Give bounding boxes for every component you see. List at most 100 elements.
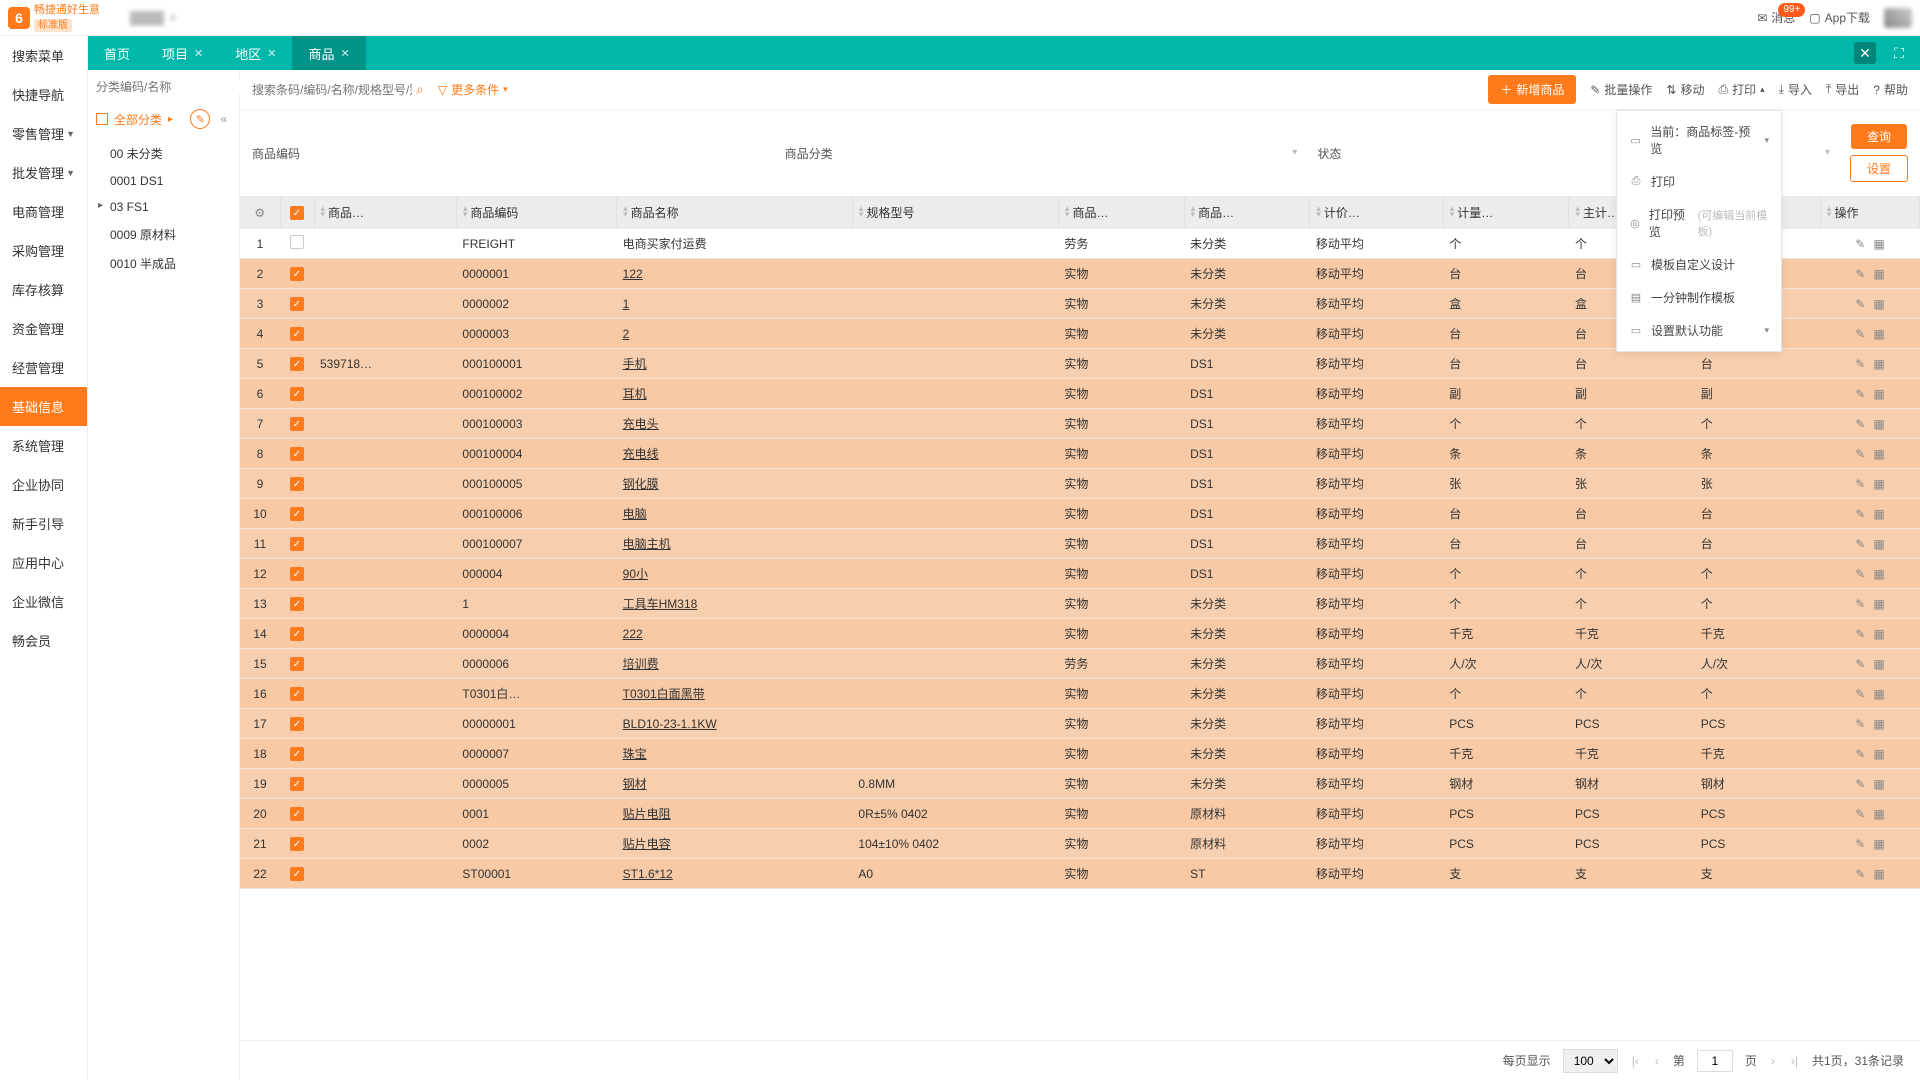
row-checkbox[interactable]: ✓: [290, 267, 304, 281]
more-icon[interactable]: ▦: [1873, 237, 1884, 251]
messages-link[interactable]: ✉ 消息 99+: [1757, 9, 1795, 26]
row-checkbox[interactable]: ✓: [290, 357, 304, 371]
sidebar-item[interactable]: 畅会员: [0, 621, 87, 660]
sidebar-item[interactable]: 应用中心: [0, 543, 87, 582]
column-header[interactable]: ▴▾计量…: [1443, 196, 1569, 229]
sidebar-item[interactable]: 资金管理: [0, 309, 87, 348]
more-icon[interactable]: ▦: [1873, 267, 1884, 281]
tab[interactable]: 项目✕: [146, 36, 219, 70]
row-checkbox[interactable]: ✓: [290, 477, 304, 491]
sidebar-item[interactable]: 电商管理: [0, 192, 87, 231]
more-icon[interactable]: ▦: [1873, 837, 1884, 851]
table-row[interactable]: 22✓ST00001ST1.6*12A0实物ST移动平均支支支✎▦: [240, 859, 1920, 889]
edit-icon[interactable]: ✎: [1855, 777, 1865, 791]
edit-icon[interactable]: ✎: [1855, 537, 1865, 551]
tree-item[interactable]: 00 未分类: [88, 139, 239, 168]
edit-icon[interactable]: ✎: [1855, 507, 1865, 521]
table-row[interactable]: 12✓00000490小实物DS1移动平均个个个✎▦: [240, 559, 1920, 589]
row-checkbox[interactable]: ✓: [290, 717, 304, 731]
more-icon[interactable]: ▦: [1873, 357, 1884, 371]
table-row[interactable]: 15✓0000006培训费劳务未分类移动平均人/次人/次人/次✎▦: [240, 649, 1920, 679]
row-checkbox[interactable]: ✓: [290, 297, 304, 311]
tab[interactable]: 地区✕: [219, 36, 292, 70]
edit-icon[interactable]: ✎: [1855, 867, 1865, 881]
product-name-link[interactable]: 钢化膜: [623, 477, 659, 491]
column-header[interactable]: ▴▾商品…: [1058, 196, 1184, 229]
org-selector[interactable]: ████ ▾: [130, 11, 176, 25]
edit-icon[interactable]: ✎: [1855, 417, 1865, 431]
close-icon[interactable]: ✕: [267, 47, 276, 60]
sidebar-item[interactable]: 库存核算: [0, 270, 87, 309]
edit-icon[interactable]: ✎: [1855, 747, 1865, 761]
more-icon[interactable]: ▦: [1873, 717, 1884, 731]
per-page-select[interactable]: 100: [1563, 1049, 1618, 1073]
row-checkbox[interactable]: ✓: [290, 867, 304, 881]
more-icon[interactable]: ▦: [1873, 537, 1884, 551]
table-row[interactable]: 20✓0001贴片电阻0R±5% 0402实物原材料移动平均PCSPCSPCS✎…: [240, 799, 1920, 829]
sidebar-item[interactable]: 企业协同: [0, 465, 87, 504]
row-checkbox[interactable]: ✓: [290, 807, 304, 821]
edit-icon[interactable]: ✎: [1855, 627, 1865, 641]
edit-icon[interactable]: ✎: [1855, 327, 1865, 341]
column-header[interactable]: ▴▾规格型号: [852, 196, 1058, 229]
tree-edit-button[interactable]: ✎: [190, 109, 210, 129]
column-header[interactable]: ▴▾计价…: [1310, 196, 1443, 229]
table-row[interactable]: 6✓000100002耳机实物DS1移动平均副副副✎▦: [240, 379, 1920, 409]
more-icon[interactable]: ▦: [1873, 807, 1884, 821]
dropdown-item[interactable]: ▭设置默认功能▾: [1617, 314, 1781, 347]
row-checkbox[interactable]: ✓: [290, 327, 304, 341]
dropdown-item[interactable]: ⎙打印: [1617, 165, 1781, 198]
row-checkbox[interactable]: ✓: [290, 627, 304, 641]
product-name-link[interactable]: 钢材: [623, 777, 647, 791]
table-row[interactable]: 7✓000100003充电头实物DS1移动平均个个个✎▦: [240, 409, 1920, 439]
column-header[interactable]: ▴▾商品名称: [617, 196, 853, 229]
tree-collapse-icon[interactable]: «: [216, 112, 231, 126]
product-name-link[interactable]: 贴片电阻: [623, 807, 671, 821]
export-action[interactable]: ⤒导出: [1826, 81, 1859, 98]
product-name-link[interactable]: 电商买家付运费: [623, 237, 707, 251]
sidebar-item[interactable]: 新手引导: [0, 504, 87, 543]
table-row[interactable]: 21✓0002贴片电容104±10% 0402实物原材料移动平均PCSPCSPC…: [240, 829, 1920, 859]
product-name-link[interactable]: 充电线: [623, 447, 659, 461]
edit-icon[interactable]: ✎: [1855, 267, 1865, 281]
tree-search-input[interactable]: [96, 80, 251, 94]
tab[interactable]: 首页: [88, 36, 146, 70]
tree-root-label[interactable]: 全部分类: [114, 111, 162, 128]
dropdown-item[interactable]: ◎打印预览(可编辑当前模板): [1617, 198, 1781, 248]
row-checkbox[interactable]: ✓: [290, 657, 304, 671]
more-icon[interactable]: ▦: [1873, 387, 1884, 401]
edit-icon[interactable]: ✎: [1855, 837, 1865, 851]
close-icon[interactable]: ✕: [194, 47, 203, 60]
batch-action[interactable]: ✎批量操作: [1590, 81, 1652, 98]
product-name-link[interactable]: 222: [623, 627, 643, 641]
settings-button[interactable]: 设置: [1850, 155, 1908, 182]
more-icon[interactable]: ▦: [1873, 867, 1884, 881]
tree-item[interactable]: 0009 原材料: [88, 220, 239, 249]
edit-icon[interactable]: ✎: [1855, 687, 1865, 701]
table-row[interactable]: 9✓000100005钢化膜实物DS1移动平均张张张✎▦: [240, 469, 1920, 499]
sidebar-item[interactable]: 经营管理: [0, 348, 87, 387]
product-name-link[interactable]: 电脑: [623, 507, 647, 521]
close-icon[interactable]: ✕: [341, 47, 350, 60]
sidebar-item[interactable]: 企业微信: [0, 582, 87, 621]
edit-icon[interactable]: ✎: [1855, 447, 1865, 461]
row-checkbox[interactable]: ✓: [290, 417, 304, 431]
product-name-link[interactable]: BLD10-23-1.1KW: [623, 717, 717, 731]
dropdown-item[interactable]: ▭模板自定义设计: [1617, 248, 1781, 281]
tab-close-all-icon[interactable]: ✕: [1854, 42, 1876, 64]
print-action[interactable]: ⎙打印▴: [1718, 81, 1764, 98]
column-header[interactable]: ▴▾商品编码: [456, 196, 616, 229]
table-row[interactable]: 5✓539718…000100001手机实物DS1移动平均台台台✎▦: [240, 349, 1920, 379]
column-header[interactable]: ▴▾商品…: [1184, 196, 1310, 229]
table-row[interactable]: 19✓0000005钢材0.8MM实物未分类移动平均钢材钢材钢材✎▦: [240, 769, 1920, 799]
more-icon[interactable]: ▦: [1873, 507, 1884, 521]
tree-item[interactable]: 03 FS1: [88, 194, 239, 220]
column-header[interactable]: ▴▾商品…: [314, 196, 456, 229]
table-row[interactable]: 10✓000100006电脑实物DS1移动平均台台台✎▦: [240, 499, 1920, 529]
product-name-link[interactable]: ST1.6*12: [623, 867, 673, 881]
dropdown-item[interactable]: ▤一分钟制作模板: [1617, 281, 1781, 314]
row-checkbox[interactable]: ✓: [290, 537, 304, 551]
pager-last-icon[interactable]: ›|: [1789, 1054, 1800, 1068]
row-checkbox[interactable]: ✓: [290, 747, 304, 761]
product-name-link[interactable]: T0301白面黑带: [623, 687, 705, 701]
